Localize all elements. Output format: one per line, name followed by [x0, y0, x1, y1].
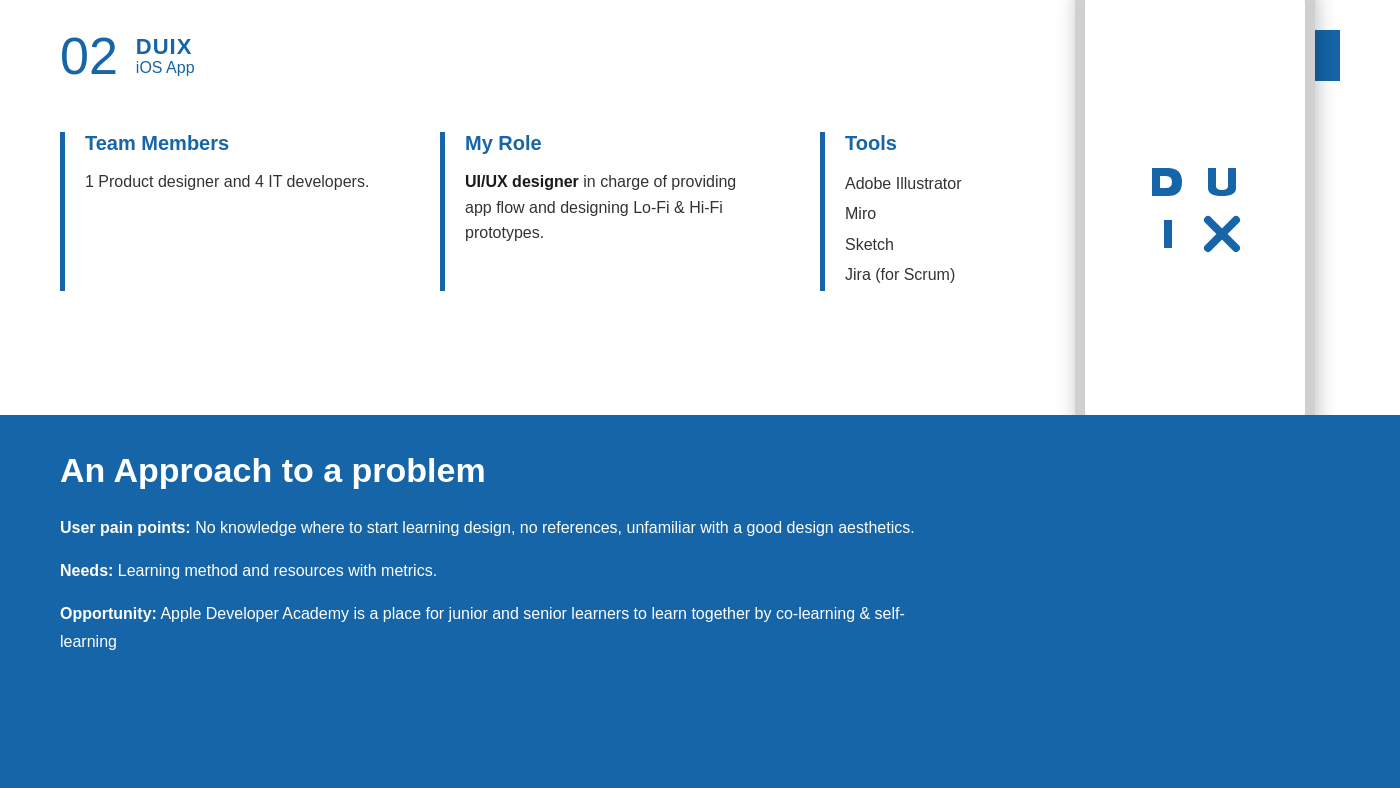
team-members-col: Team Members 1 Product designer and 4 IT…	[60, 132, 380, 291]
divider-bar	[650, 405, 750, 411]
logo-area: 02 DUIX iOS App	[60, 30, 195, 82]
duix-logo-top-row	[1144, 158, 1246, 206]
svg-rect-0	[1144, 158, 1192, 206]
opportunity-paragraph: Opportunity: Apple Developer Academy is …	[60, 600, 920, 654]
approach-body: User pain points: No knowledge where to …	[60, 514, 920, 655]
phone-container	[1045, 0, 1345, 415]
phone-mock	[1075, 0, 1315, 448]
team-members-body: 1 Product designer and 4 IT developers.	[85, 169, 380, 195]
top-section: 02 DUIX iOS App Project Overview Team Me…	[0, 0, 1400, 415]
duix-d-letter	[1144, 158, 1192, 206]
my-role-heading: My Role	[465, 132, 760, 155]
my-role-body: UI/UX designer in charge of providing ap…	[465, 169, 760, 246]
needs-label: Needs:	[60, 562, 113, 579]
team-members-heading: Team Members	[85, 132, 380, 155]
needs-paragraph: Needs: Learning method and resources wit…	[60, 557, 920, 584]
phone-screen	[1085, 0, 1305, 438]
brand-subtitle: iOS App	[136, 59, 195, 77]
duix-x-letter	[1198, 210, 1246, 258]
pain-points-paragraph: User pain points: No knowledge where to …	[60, 514, 920, 541]
slide-number: 02	[60, 30, 118, 82]
brand-block: DUIX iOS App	[136, 35, 195, 77]
duix-u-letter	[1198, 158, 1246, 206]
pain-points-text: No knowledge where to start learning des…	[191, 519, 915, 536]
opportunity-label: Opportunity:	[60, 605, 157, 622]
duix-app-logo	[1144, 158, 1246, 258]
pain-points-label: User pain points:	[60, 519, 191, 536]
duix-i-letter	[1144, 210, 1192, 258]
approach-title: An Approach to a problem	[60, 451, 1340, 490]
needs-text: Learning method and resources with metri…	[113, 562, 437, 579]
brand-name: DUIX	[136, 35, 195, 59]
bottom-section: An Approach to a problem User pain point…	[0, 415, 1400, 788]
my-role-col: My Role UI/UX designer in charge of prov…	[440, 132, 760, 291]
svg-rect-3	[1164, 220, 1172, 248]
opportunity-text: Apple Developer Academy is a place for j…	[60, 605, 905, 649]
my-role-bold: UI/UX designer	[465, 173, 579, 190]
duix-logo-bottom-row	[1144, 210, 1246, 258]
svg-rect-1	[1198, 158, 1246, 206]
